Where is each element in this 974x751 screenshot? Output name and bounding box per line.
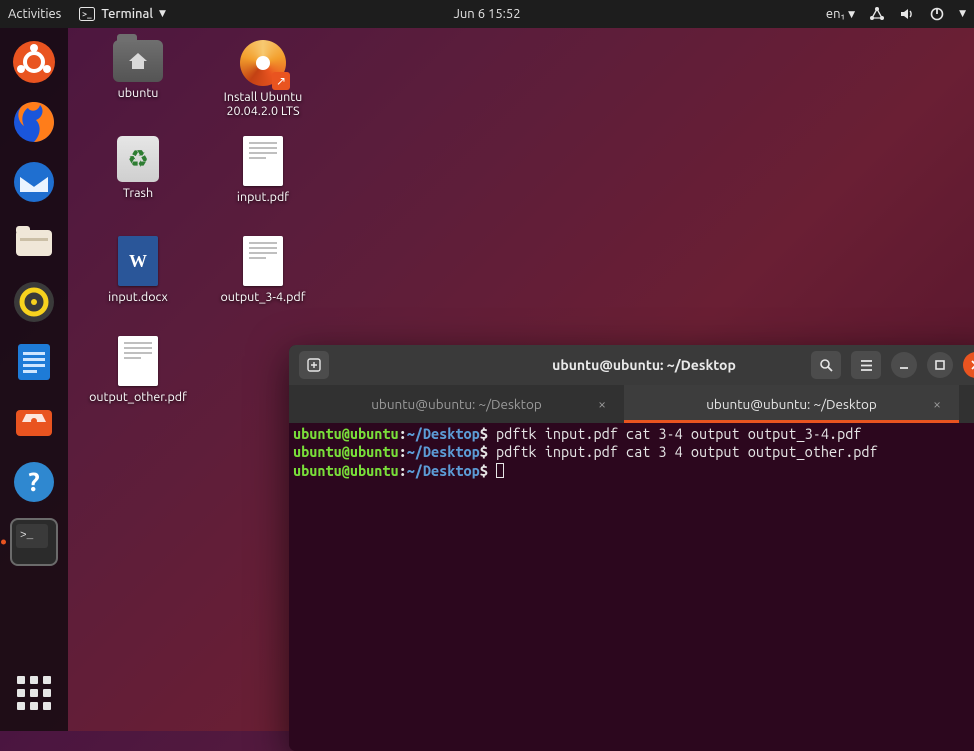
home-icon (128, 52, 148, 70)
hamburger-icon (859, 358, 874, 373)
dock-item-ubuntu[interactable] (10, 38, 58, 86)
svg-text:?: ? (28, 467, 39, 496)
new-tab-button[interactable] (299, 351, 329, 379)
menu-button[interactable] (851, 351, 881, 379)
desktop-icon-trash[interactable]: ♻ Trash (83, 136, 193, 200)
chevron-down-icon: ▼ (159, 8, 166, 19)
dock: ? >_ (0, 28, 68, 731)
top-bar: Activities >_ Terminal ▼ Jun 6 15:52 en₁… (0, 0, 974, 28)
dock-item-rhythmbox[interactable] (10, 278, 58, 326)
dock-item-thunderbird[interactable] (10, 158, 58, 206)
close-button[interactable] (963, 352, 974, 378)
dock-item-software[interactable] (10, 398, 58, 446)
desktop-icon-label: ubuntu (118, 86, 159, 100)
svg-text:>_: >_ (82, 9, 92, 19)
thunderbird-icon (12, 160, 56, 204)
power-icon[interactable] (929, 6, 945, 22)
dock-item-terminal[interactable]: >_ (10, 518, 58, 566)
installer-disc-icon: ↗ (240, 40, 286, 86)
shortcut-arrow-icon: ↗ (272, 72, 290, 90)
desktop-icon-output-other-pdf[interactable]: output_other.pdf (68, 336, 208, 404)
trash-icon: ♻ (117, 136, 159, 182)
new-tab-icon (306, 357, 322, 373)
pdf-file-icon (243, 136, 283, 186)
ubuntu-logo-icon (12, 40, 56, 84)
desktop-icon-home[interactable]: ubuntu (83, 40, 193, 100)
chevron-down-icon: ▼ (959, 8, 966, 19)
terminal-line: ubuntu@ubuntu:~/Desktop$ (293, 461, 974, 480)
libreoffice-writer-icon (12, 340, 56, 384)
close-icon (970, 359, 974, 371)
tab-close-button[interactable]: × (933, 396, 941, 412)
pdf-file-icon (118, 336, 158, 386)
docx-file-icon: W (118, 236, 158, 286)
input-language-indicator[interactable]: en₁ ▼ (826, 7, 855, 21)
terminal-window[interactable]: ubuntu@ubuntu: ~/Desktop (289, 345, 974, 751)
activities-button[interactable]: Activities (8, 7, 61, 21)
network-icon[interactable] (869, 6, 885, 22)
terminal-titlebar[interactable]: ubuntu@ubuntu: ~/Desktop (289, 345, 974, 385)
dock-item-writer[interactable] (10, 338, 58, 386)
ubuntu-software-icon (12, 400, 56, 444)
rhythmbox-icon (12, 280, 56, 324)
files-icon (12, 220, 56, 264)
minimize-icon (898, 359, 910, 371)
terminal-icon: >_ (79, 7, 95, 21)
desktop-icon-label: Trash (123, 186, 153, 200)
active-app-name: Terminal (101, 7, 153, 21)
volume-icon[interactable] (899, 6, 915, 22)
search-button[interactable] (811, 351, 841, 379)
clock[interactable]: Jun 6 15:52 (453, 7, 520, 21)
terminal-tab-1[interactable]: ubuntu@ubuntu: ~/Desktop × (289, 385, 624, 423)
apps-grid-icon (17, 676, 51, 710)
help-icon: ? (12, 460, 56, 504)
search-icon (819, 358, 834, 373)
terminal-tab-label: ubuntu@ubuntu: ~/Desktop (371, 396, 542, 412)
desktop[interactable]: ubuntu ↗ Install Ubuntu 20.04.2.0 LTS ♻ … (68, 28, 974, 731)
pdf-file-icon (243, 236, 283, 286)
desktop-icon-output-3-4-pdf[interactable]: output_3-4.pdf (208, 236, 318, 304)
input-language-label: en₁ (826, 7, 845, 21)
show-applications-button[interactable] (10, 669, 58, 717)
firefox-icon (12, 100, 56, 144)
desktop-icon-input-pdf[interactable]: input.pdf (208, 136, 318, 204)
tabs-menu-button[interactable]: ▼ (959, 385, 974, 423)
desktop-icon-label: input.docx (108, 290, 168, 304)
dock-item-firefox[interactable] (10, 98, 58, 146)
terminal-cursor (496, 463, 504, 478)
terminal-tabbar: ubuntu@ubuntu: ~/Desktop × ubuntu@ubuntu… (289, 385, 974, 423)
terminal-line: ubuntu@ubuntu:~/Desktop$ pdftk input.pdf… (293, 425, 974, 443)
dock-item-help[interactable]: ? (10, 458, 58, 506)
desktop-icon-label: Install Ubuntu 20.04.2.0 LTS (203, 90, 323, 118)
folder-icon (113, 40, 163, 82)
desktop-icon-install-ubuntu[interactable]: ↗ Install Ubuntu 20.04.2.0 LTS (208, 40, 318, 118)
active-app-menu[interactable]: >_ Terminal ▼ (79, 7, 166, 21)
desktop-icon-input-docx[interactable]: W input.docx (83, 236, 193, 304)
terminal-content[interactable]: ubuntu@ubuntu:~/Desktop$ pdftk input.pdf… (289, 423, 974, 751)
maximize-icon (934, 359, 946, 371)
terminal-icon: >_ (10, 518, 58, 566)
desktop-icon-label: output_3-4.pdf (220, 290, 305, 304)
chevron-down-icon: ▼ (848, 9, 855, 20)
desktop-icon-label: output_other.pdf (89, 390, 187, 404)
tab-close-button[interactable]: × (598, 396, 606, 412)
terminal-line: ubuntu@ubuntu:~/Desktop$ pdftk input.pdf… (293, 443, 974, 461)
terminal-tab-label: ubuntu@ubuntu: ~/Desktop (706, 396, 877, 412)
maximize-button[interactable] (927, 352, 953, 378)
terminal-tab-2[interactable]: ubuntu@ubuntu: ~/Desktop × (624, 385, 959, 423)
desktop-icon-label: input.pdf (237, 190, 289, 204)
minimize-button[interactable] (891, 352, 917, 378)
dock-item-files[interactable] (10, 218, 58, 266)
